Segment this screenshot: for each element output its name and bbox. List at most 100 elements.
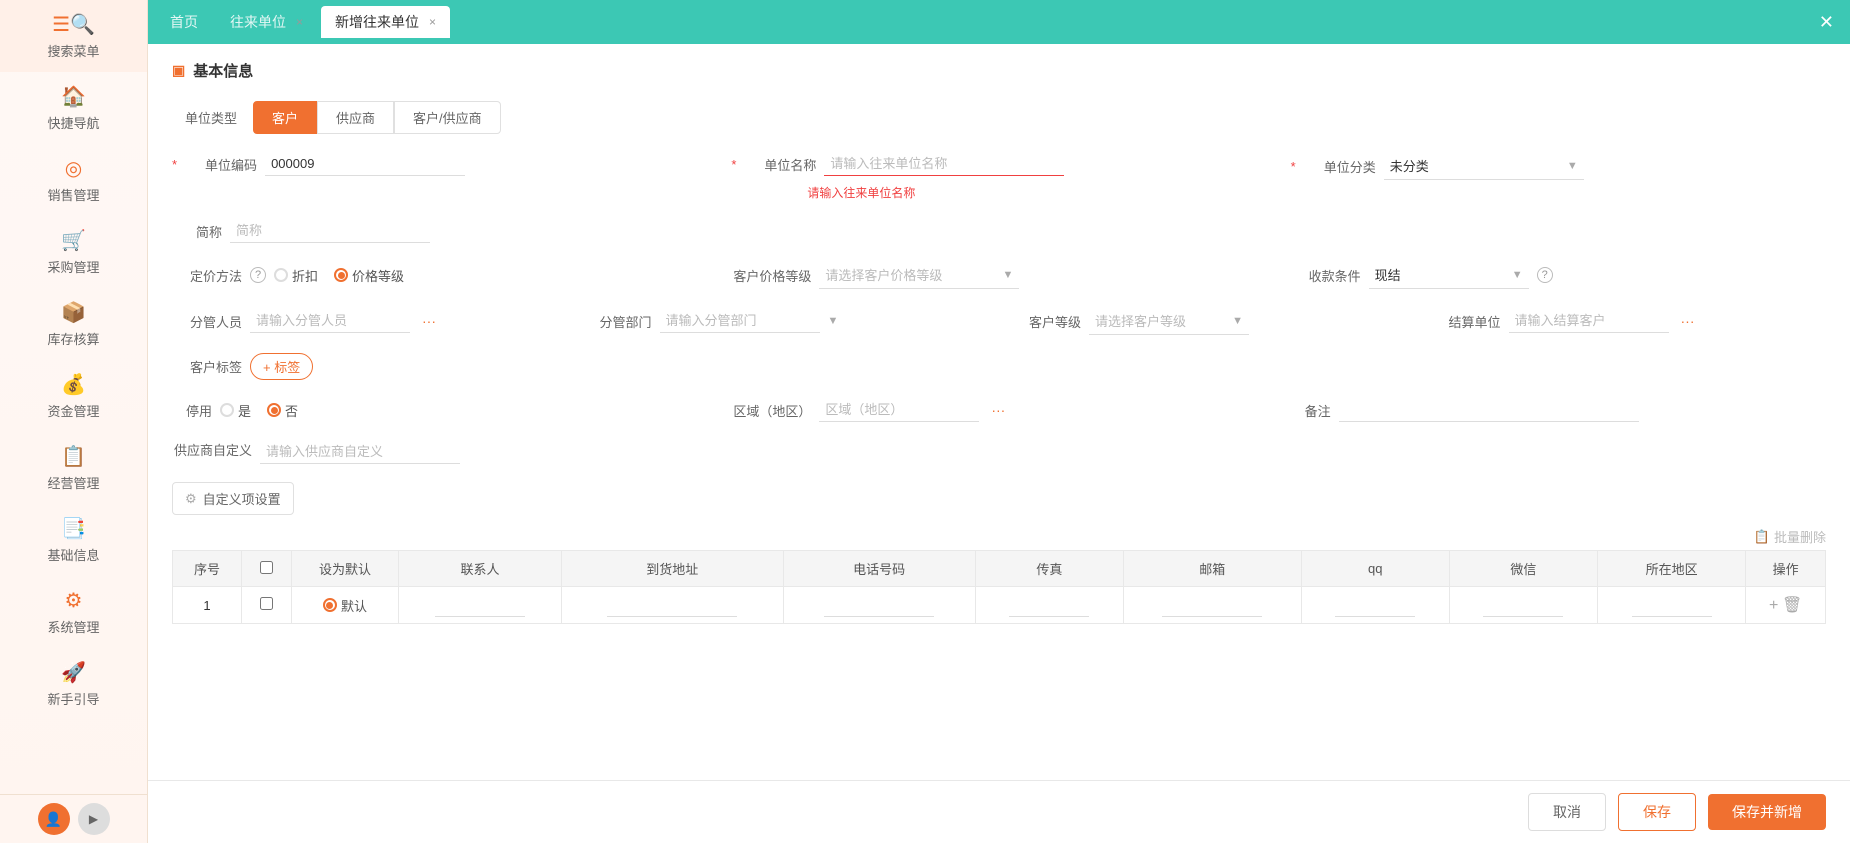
- fax-input[interactable]: [1009, 593, 1089, 617]
- customer-level-group: 客户等级 请选择客户等级 ▼: [1011, 307, 1407, 335]
- region-dots-btn[interactable]: ···: [987, 402, 1009, 418]
- remark-input[interactable]: [1339, 398, 1639, 422]
- tab-partners[interactable]: 往来单位 ×: [216, 6, 317, 38]
- sidebar-item-quicknav[interactable]: 🏠 快捷导航: [0, 72, 147, 144]
- manager-input[interactable]: [250, 309, 410, 333]
- unit-type-supplier-btn[interactable]: 供应商: [317, 101, 394, 134]
- unit-info-row: * 单位编码 * 单位名称 请输入往来单位名称 * 单位分类 未分类: [172, 152, 1826, 201]
- dept-group: 分管部门 ▼: [592, 309, 988, 333]
- supplier-custom-label: 供应商自定义: [172, 440, 252, 459]
- row-checkbox[interactable]: [260, 597, 273, 610]
- disabled-yes-radio[interactable]: 是: [220, 401, 251, 420]
- tab-new-partner[interactable]: 新增往来单位 ×: [321, 6, 450, 38]
- default-radio[interactable]: 默认: [302, 596, 388, 615]
- region-group: 区域（地区） ···: [731, 398, 1266, 422]
- customer-price-label: 客户价格等级: [731, 266, 811, 285]
- unit-category-group: * 单位分类 未分类 ▼: [1291, 152, 1826, 180]
- sidebar-item-finance[interactable]: 💰 资金管理: [0, 360, 147, 432]
- phone-input[interactable]: [824, 593, 934, 617]
- save-button[interactable]: 保存: [1618, 793, 1696, 831]
- dept-input[interactable]: [660, 309, 820, 333]
- wechat-input[interactable]: [1483, 593, 1563, 617]
- payment-help-icon[interactable]: ?: [1537, 267, 1553, 283]
- unit-type-label: 单位类型: [172, 108, 237, 127]
- pricing-discount-radio[interactable]: 折扣: [274, 266, 318, 285]
- sidebar-item-operations[interactable]: 📋 经营管理: [0, 432, 147, 504]
- payment-terms-select[interactable]: 现结 ▼: [1369, 261, 1529, 289]
- row-region-input[interactable]: [1632, 593, 1712, 617]
- unit-type-both-btn[interactable]: 客户/供应商: [394, 101, 501, 134]
- window-close-btn[interactable]: ✕: [1811, 12, 1842, 33]
- unit-type-customer-btn[interactable]: 客户: [253, 101, 317, 134]
- unit-name-input[interactable]: [824, 152, 1064, 176]
- short-name-label: 简称: [180, 222, 222, 241]
- row-fax: [975, 587, 1123, 624]
- settlement-input[interactable]: [1509, 309, 1669, 333]
- sales-icon: ◎: [65, 156, 82, 181]
- tab-partners-label: 往来单位: [230, 12, 286, 32]
- address-input[interactable]: [607, 593, 737, 617]
- customer-level-label: 客户等级: [1011, 312, 1081, 331]
- customer-level-select[interactable]: 请选择客户等级 ▼: [1089, 307, 1249, 335]
- default-label: 默认: [341, 596, 367, 615]
- table-body: 1 默认: [173, 587, 1826, 624]
- customer-price-select[interactable]: 请选择客户价格等级 ▼: [819, 261, 1019, 289]
- sidebar-item-basic-info[interactable]: 📑 基础信息: [0, 504, 147, 576]
- col-qq: qq: [1301, 551, 1449, 587]
- disabled-label: 停用: [172, 401, 212, 420]
- cancel-button[interactable]: 取消: [1528, 793, 1606, 831]
- tags-label: 客户标签: [172, 357, 242, 376]
- payment-terms-group: 收款条件 现结 ▼ ?: [1291, 261, 1826, 289]
- col-action: 操作: [1746, 551, 1826, 587]
- payment-terms-label: 收款条件: [1291, 266, 1361, 285]
- disabled-no-radio[interactable]: 否: [267, 401, 298, 420]
- save-new-button[interactable]: 保存并新增: [1708, 794, 1826, 830]
- tab-partners-close[interactable]: ×: [296, 15, 303, 29]
- sidebar-item-search[interactable]: ☰🔍 搜索菜单: [0, 0, 147, 72]
- row-phone: [783, 587, 975, 624]
- email-input[interactable]: [1162, 593, 1262, 617]
- manager-label: 分管人员: [172, 312, 242, 331]
- sidebar-item-label: 采购管理: [47, 257, 99, 276]
- pricing-method-group: 定价方法 ? 折扣 价格等级: [172, 266, 707, 285]
- pricing-row: 定价方法 ? 折扣 价格等级 客户价格等级 请选择客户价格等级: [172, 261, 1826, 289]
- region-input[interactable]: [819, 398, 979, 422]
- section-title: 基本信息: [193, 60, 253, 81]
- add-tag-btn[interactable]: + 标签: [250, 353, 313, 380]
- expand-btn[interactable]: ▶: [78, 803, 110, 835]
- settlement-label: 结算单位: [1431, 312, 1501, 331]
- row-add-btn[interactable]: +: [1769, 597, 1778, 615]
- row-region: [1598, 587, 1746, 624]
- tab-new-partner-label: 新增往来单位: [335, 12, 419, 32]
- select-all-checkbox[interactable]: [260, 561, 273, 574]
- contact-table: 序号 设为默认 联系人 到货地址 电话号码 传真 邮箱 qq 微信 所在地区 操…: [172, 550, 1826, 624]
- row-delete-btn[interactable]: 🗑: [1782, 595, 1802, 615]
- manager-dots-btn[interactable]: ···: [418, 313, 440, 329]
- tab-home[interactable]: 首页: [156, 6, 212, 38]
- pricing-discount-label: 折扣: [292, 266, 318, 285]
- short-name-input[interactable]: [230, 219, 430, 243]
- sidebar-item-purchase[interactable]: 🛒 采购管理: [0, 216, 147, 288]
- dept-label: 分管部门: [592, 312, 652, 331]
- short-name-group: 简称: [180, 219, 1826, 243]
- unit-code-input[interactable]: [265, 152, 465, 176]
- settlement-dots-btn[interactable]: ···: [1677, 313, 1699, 329]
- sidebar-item-label: 基础信息: [47, 545, 99, 564]
- sidebar-item-inventory[interactable]: 📦 库存核算: [0, 288, 147, 360]
- user-avatar[interactable]: 👤: [38, 803, 70, 835]
- supplier-custom-input[interactable]: [260, 440, 460, 464]
- sidebar-item-guide[interactable]: 🚀 新手引导: [0, 648, 147, 720]
- custom-settings-btn[interactable]: ⚙ 自定义项设置: [172, 482, 294, 515]
- qq-input[interactable]: [1335, 593, 1415, 617]
- tab-new-partner-close[interactable]: ×: [429, 15, 436, 29]
- sidebar-item-sales[interactable]: ◎ 销售管理: [0, 144, 147, 216]
- pricing-grade-radio[interactable]: 价格等级: [334, 266, 404, 285]
- pricing-help-icon[interactable]: ?: [250, 267, 266, 283]
- batch-delete-icon: 📋: [1754, 529, 1770, 545]
- unit-category-select[interactable]: 未分类 ▼: [1384, 152, 1584, 180]
- sidebar-item-system[interactable]: ⚙ 系统管理: [0, 576, 147, 648]
- batch-delete-row[interactable]: 📋 批量删除: [172, 527, 1826, 546]
- contact-input[interactable]: [435, 593, 525, 617]
- batch-delete-label: 批量删除: [1774, 527, 1826, 546]
- col-contact: 联系人: [399, 551, 562, 587]
